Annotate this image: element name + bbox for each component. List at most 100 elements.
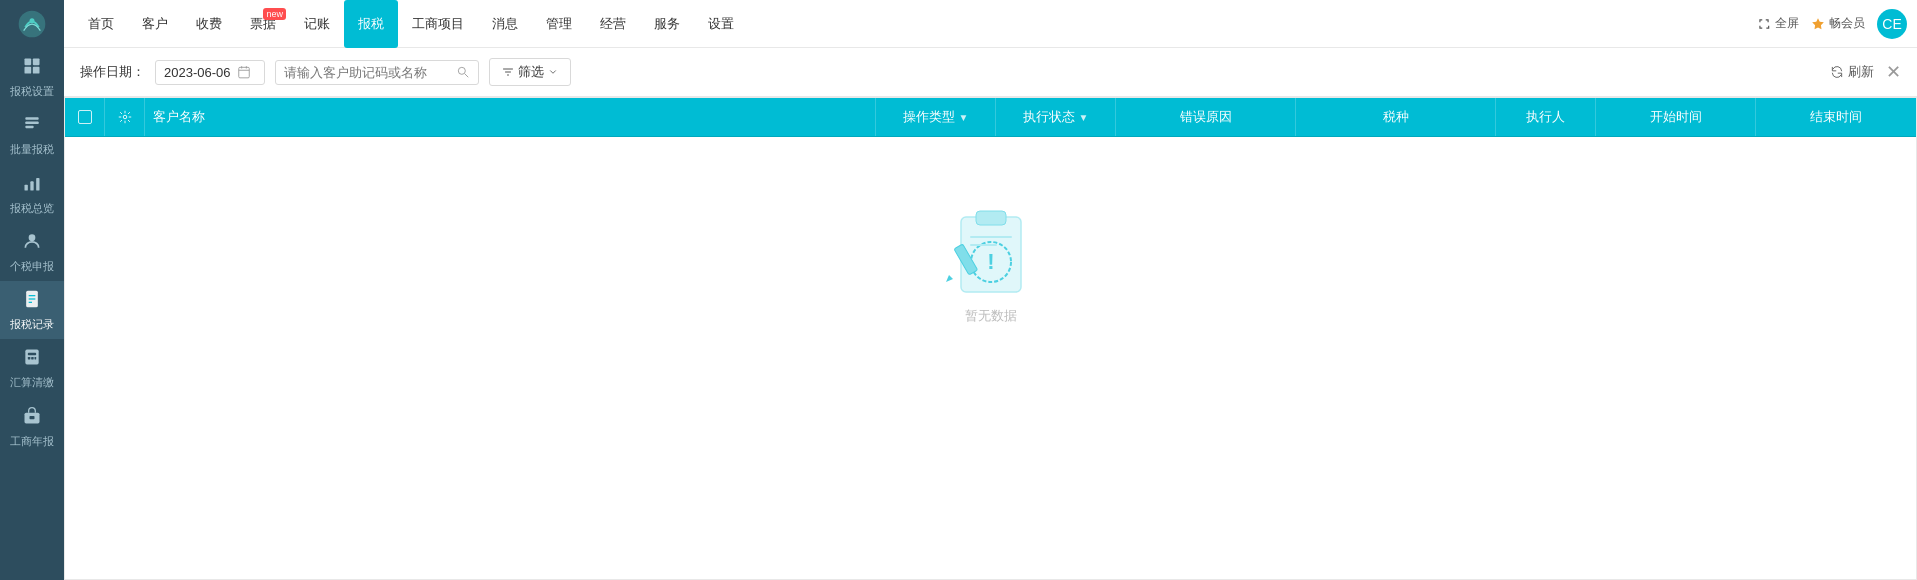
nav-management-label: 管理	[546, 15, 572, 33]
nav-biz-label: 工商项目	[412, 15, 464, 33]
fullscreen-btn[interactable]: 全屏	[1757, 15, 1799, 32]
fullscreen-label: 全屏	[1775, 15, 1799, 32]
th-exec-status[interactable]: 执行状态 ▼	[996, 98, 1116, 136]
nav-item-invoice[interactable]: 票据 new	[236, 0, 290, 48]
sidebar-item-batch-tax[interactable]: 批量报税	[0, 106, 64, 164]
logo[interactable]	[0, 0, 64, 48]
member-label: 畅会员	[1829, 15, 1865, 32]
column-settings-icon	[118, 110, 132, 124]
nav-item-home[interactable]: 首页	[74, 0, 128, 48]
logo-icon	[17, 9, 47, 39]
avatar-text: CE	[1882, 16, 1901, 32]
svg-rect-32	[976, 211, 1006, 225]
nav-item-account[interactable]: 记账	[290, 0, 344, 48]
search-box[interactable]	[275, 60, 479, 85]
th-end-time-label: 结束时间	[1810, 108, 1862, 126]
sidebar-item-personal-tax-label: 个税申报	[10, 259, 54, 273]
refresh-label: 刷新	[1848, 63, 1874, 81]
th-settings[interactable]	[105, 98, 145, 136]
member-btn[interactable]: 畅会员	[1811, 15, 1865, 32]
sidebar: 报税设置 批量报税 报税总览 个税申报 报税记录 汇算清缴 工商	[0, 0, 64, 580]
empty-text: 暂无数据	[965, 307, 1017, 325]
date-value: 2023-06-06	[164, 65, 231, 80]
chevron-down-icon	[548, 67, 558, 77]
sidebar-item-personal-tax[interactable]: 个税申报	[0, 223, 64, 281]
personal-tax-icon	[22, 231, 42, 256]
th-executor: 执行人	[1496, 98, 1596, 136]
nav-right: 全屏 畅会员 CE	[1757, 9, 1907, 39]
close-button[interactable]: ✕	[1886, 63, 1901, 81]
empty-state: ! 暂无数据	[65, 137, 1916, 385]
svg-rect-9	[25, 184, 28, 190]
th-checkbox	[65, 98, 105, 136]
op-type-sort-icon: ▼	[959, 112, 969, 123]
nav-items: 首页 客户 收费 票据 new 记账 报税 工商项目 消息	[74, 0, 1757, 48]
date-picker[interactable]: 2023-06-06	[155, 60, 265, 85]
toolbar: 操作日期： 2023-06-06 筛选 刷新 ✕	[64, 48, 1917, 97]
nav-item-fee[interactable]: 收费	[182, 0, 236, 48]
sidebar-item-tax-overview[interactable]: 报税总览	[0, 165, 64, 223]
svg-rect-6	[25, 118, 38, 121]
nav-account-label: 记账	[304, 15, 330, 33]
th-executor-label: 执行人	[1526, 108, 1565, 126]
svg-rect-19	[28, 357, 30, 360]
refresh-button[interactable]: 刷新	[1830, 63, 1874, 81]
svg-rect-5	[33, 67, 40, 74]
nav-item-management[interactable]: 管理	[532, 0, 586, 48]
nav-item-tax[interactable]: 报税	[344, 0, 398, 48]
calc-payment-icon	[22, 347, 42, 372]
sidebar-item-calc-payment[interactable]: 汇算清缴	[0, 339, 64, 397]
svg-rect-7	[25, 122, 38, 125]
empty-state-icon: !	[941, 197, 1041, 307]
search-icon	[456, 65, 470, 79]
svg-point-12	[29, 234, 36, 241]
svg-marker-38	[946, 275, 953, 282]
th-end-time: 结束时间	[1756, 98, 1916, 136]
nav-item-client[interactable]: 客户	[128, 0, 182, 48]
table-header: 客户名称 操作类型 ▼ 执行状态 ▼ 错误原因 税种 执行人	[65, 98, 1916, 137]
nav-item-settings[interactable]: 设置	[694, 0, 748, 48]
svg-rect-2	[25, 59, 32, 66]
th-tax-type-label: 税种	[1383, 108, 1409, 126]
svg-rect-3	[33, 59, 40, 66]
calendar-icon	[237, 65, 251, 79]
member-icon	[1811, 17, 1825, 31]
nav-item-message[interactable]: 消息	[478, 0, 532, 48]
svg-point-1	[30, 18, 35, 23]
select-all-checkbox[interactable]	[78, 110, 92, 124]
th-op-type[interactable]: 操作类型 ▼	[876, 98, 996, 136]
search-input[interactable]	[284, 65, 452, 80]
svg-rect-24	[238, 67, 249, 78]
sidebar-item-batch-tax-label: 批量报税	[10, 142, 54, 156]
svg-rect-20	[31, 357, 34, 360]
nav-operation-label: 经营	[600, 15, 626, 33]
th-error-reason-label: 错误原因	[1180, 108, 1232, 126]
svg-line-29	[465, 74, 469, 78]
filter-icon	[502, 66, 514, 78]
svg-rect-23	[30, 416, 35, 419]
th-client-name: 客户名称	[145, 98, 876, 136]
sidebar-item-tax-records[interactable]: 报税记录	[0, 281, 64, 339]
svg-rect-8	[25, 126, 33, 129]
nav-home-label: 首页	[88, 15, 114, 33]
tax-overview-icon	[22, 173, 42, 198]
sidebar-item-tax-settings-label: 报税设置	[10, 84, 54, 98]
batch-tax-icon	[22, 114, 42, 139]
date-label: 操作日期：	[80, 63, 145, 81]
filter-button[interactable]: 筛选	[489, 58, 571, 86]
table-container: 客户名称 操作类型 ▼ 执行状态 ▼ 错误原因 税种 执行人	[64, 97, 1917, 580]
tax-settings-icon	[22, 56, 42, 81]
sidebar-item-tax-settings[interactable]: 报税设置	[0, 48, 64, 106]
sidebar-item-tax-records-label: 报税记录	[10, 317, 54, 331]
sidebar-item-annual-report[interactable]: 工商年报	[0, 398, 64, 456]
th-client-name-label: 客户名称	[153, 108, 205, 126]
avatar[interactable]: CE	[1877, 9, 1907, 39]
nav-fee-label: 收费	[196, 15, 222, 33]
fullscreen-icon	[1757, 17, 1771, 31]
new-badge: new	[263, 8, 286, 21]
nav-item-biz-project[interactable]: 工商项目	[398, 0, 478, 48]
nav-item-operation[interactable]: 经营	[586, 0, 640, 48]
nav-item-service[interactable]: 服务	[640, 0, 694, 48]
refresh-icon	[1830, 65, 1844, 79]
svg-rect-10	[30, 181, 33, 190]
